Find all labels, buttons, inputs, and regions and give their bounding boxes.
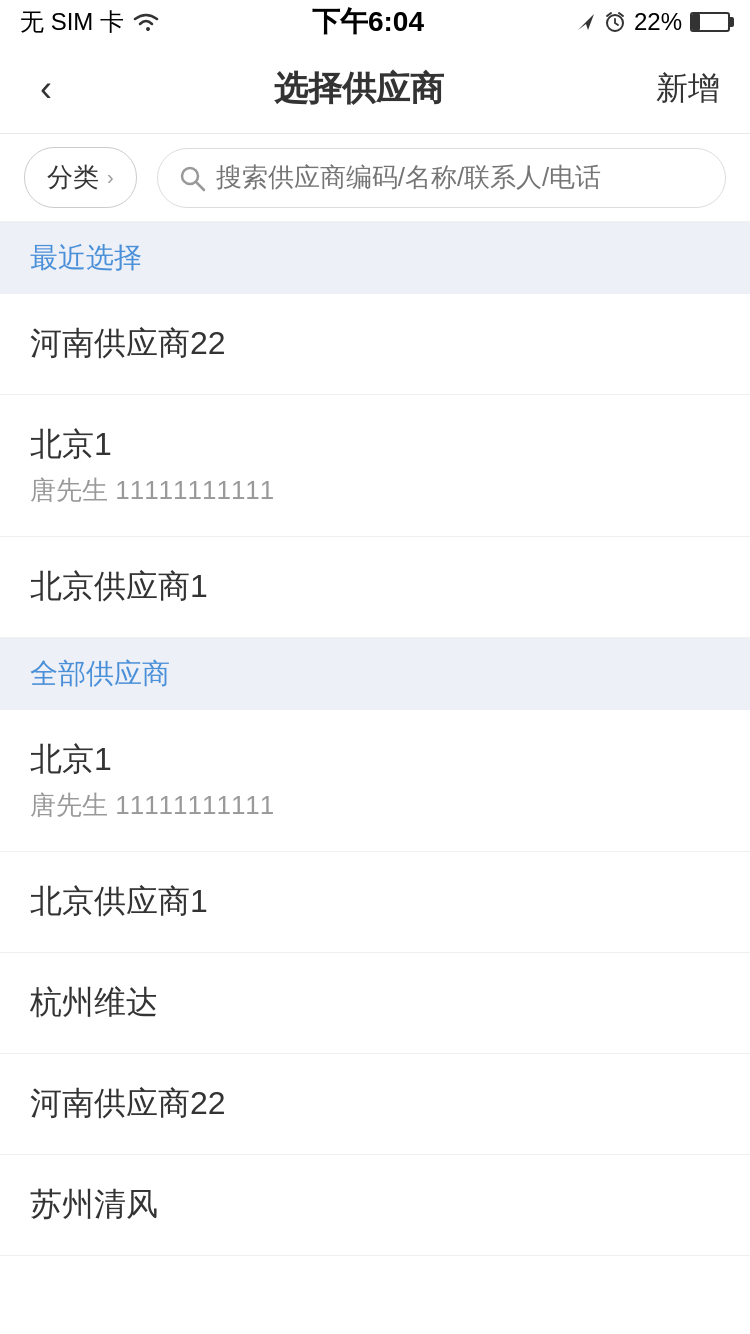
battery-percent: 22%: [634, 8, 682, 36]
status-bar: 无 SIM 卡 下午6:04 22%: [0, 0, 750, 44]
section-header-label: 最近选择: [30, 239, 142, 277]
search-icon: [178, 164, 206, 192]
location-icon: [576, 12, 596, 32]
item-name: 北京供应商1: [30, 880, 720, 924]
page-title: 选择供应商: [274, 66, 444, 112]
search-box[interactable]: [157, 148, 726, 208]
category-label: 分类: [47, 160, 99, 195]
search-input[interactable]: [216, 162, 705, 193]
item-subtitle: 唐先生 11111111111: [30, 788, 720, 823]
list-container: 最近选择河南供应商22 北京1 唐先生 11111111111 北京供应商1 全部供应商…: [0, 222, 750, 1256]
item-name: 苏州清风: [30, 1183, 720, 1227]
list-item[interactable]: 北京供应商1: [0, 852, 750, 953]
list-item[interactable]: 河南供应商22: [0, 1054, 750, 1155]
item-name: 河南供应商22: [30, 1082, 720, 1126]
item-name: 杭州维达: [30, 981, 720, 1025]
filter-bar: 分类 ›: [0, 134, 750, 222]
nav-bar: ‹ 选择供应商 新增: [0, 44, 750, 134]
list-item[interactable]: 河南供应商22: [0, 294, 750, 395]
status-time: 下午6:04: [312, 3, 424, 41]
list-item[interactable]: 北京1 唐先生 11111111111: [0, 710, 750, 852]
list-item[interactable]: 杭州维达: [0, 953, 750, 1054]
category-button[interactable]: 分类 ›: [24, 147, 137, 208]
section-header-recent: 最近选择: [0, 222, 750, 294]
svg-line-2: [196, 182, 204, 190]
battery-icon: [690, 12, 730, 32]
item-name: 北京供应商1: [30, 565, 720, 609]
section-header-label: 全部供应商: [30, 655, 170, 693]
list-item[interactable]: 北京供应商1: [0, 537, 750, 638]
section-header-all: 全部供应商: [0, 638, 750, 710]
list-item[interactable]: 北京1 唐先生 11111111111: [0, 395, 750, 537]
no-sim-text: 无 SIM 卡: [20, 6, 124, 38]
wifi-icon: [132, 11, 160, 33]
item-name: 北京1: [30, 423, 720, 467]
item-subtitle: 唐先生 11111111111: [30, 473, 720, 508]
list-item[interactable]: 苏州清风: [0, 1155, 750, 1256]
chevron-right-icon: ›: [107, 166, 114, 189]
status-left: 无 SIM 卡: [20, 6, 160, 38]
back-button[interactable]: ‹: [30, 58, 62, 120]
item-name: 北京1: [30, 738, 720, 782]
item-name: 河南供应商22: [30, 322, 720, 366]
add-button[interactable]: 新增: [656, 67, 720, 111]
status-right: 22%: [576, 8, 730, 36]
alarm-icon: [604, 11, 626, 33]
